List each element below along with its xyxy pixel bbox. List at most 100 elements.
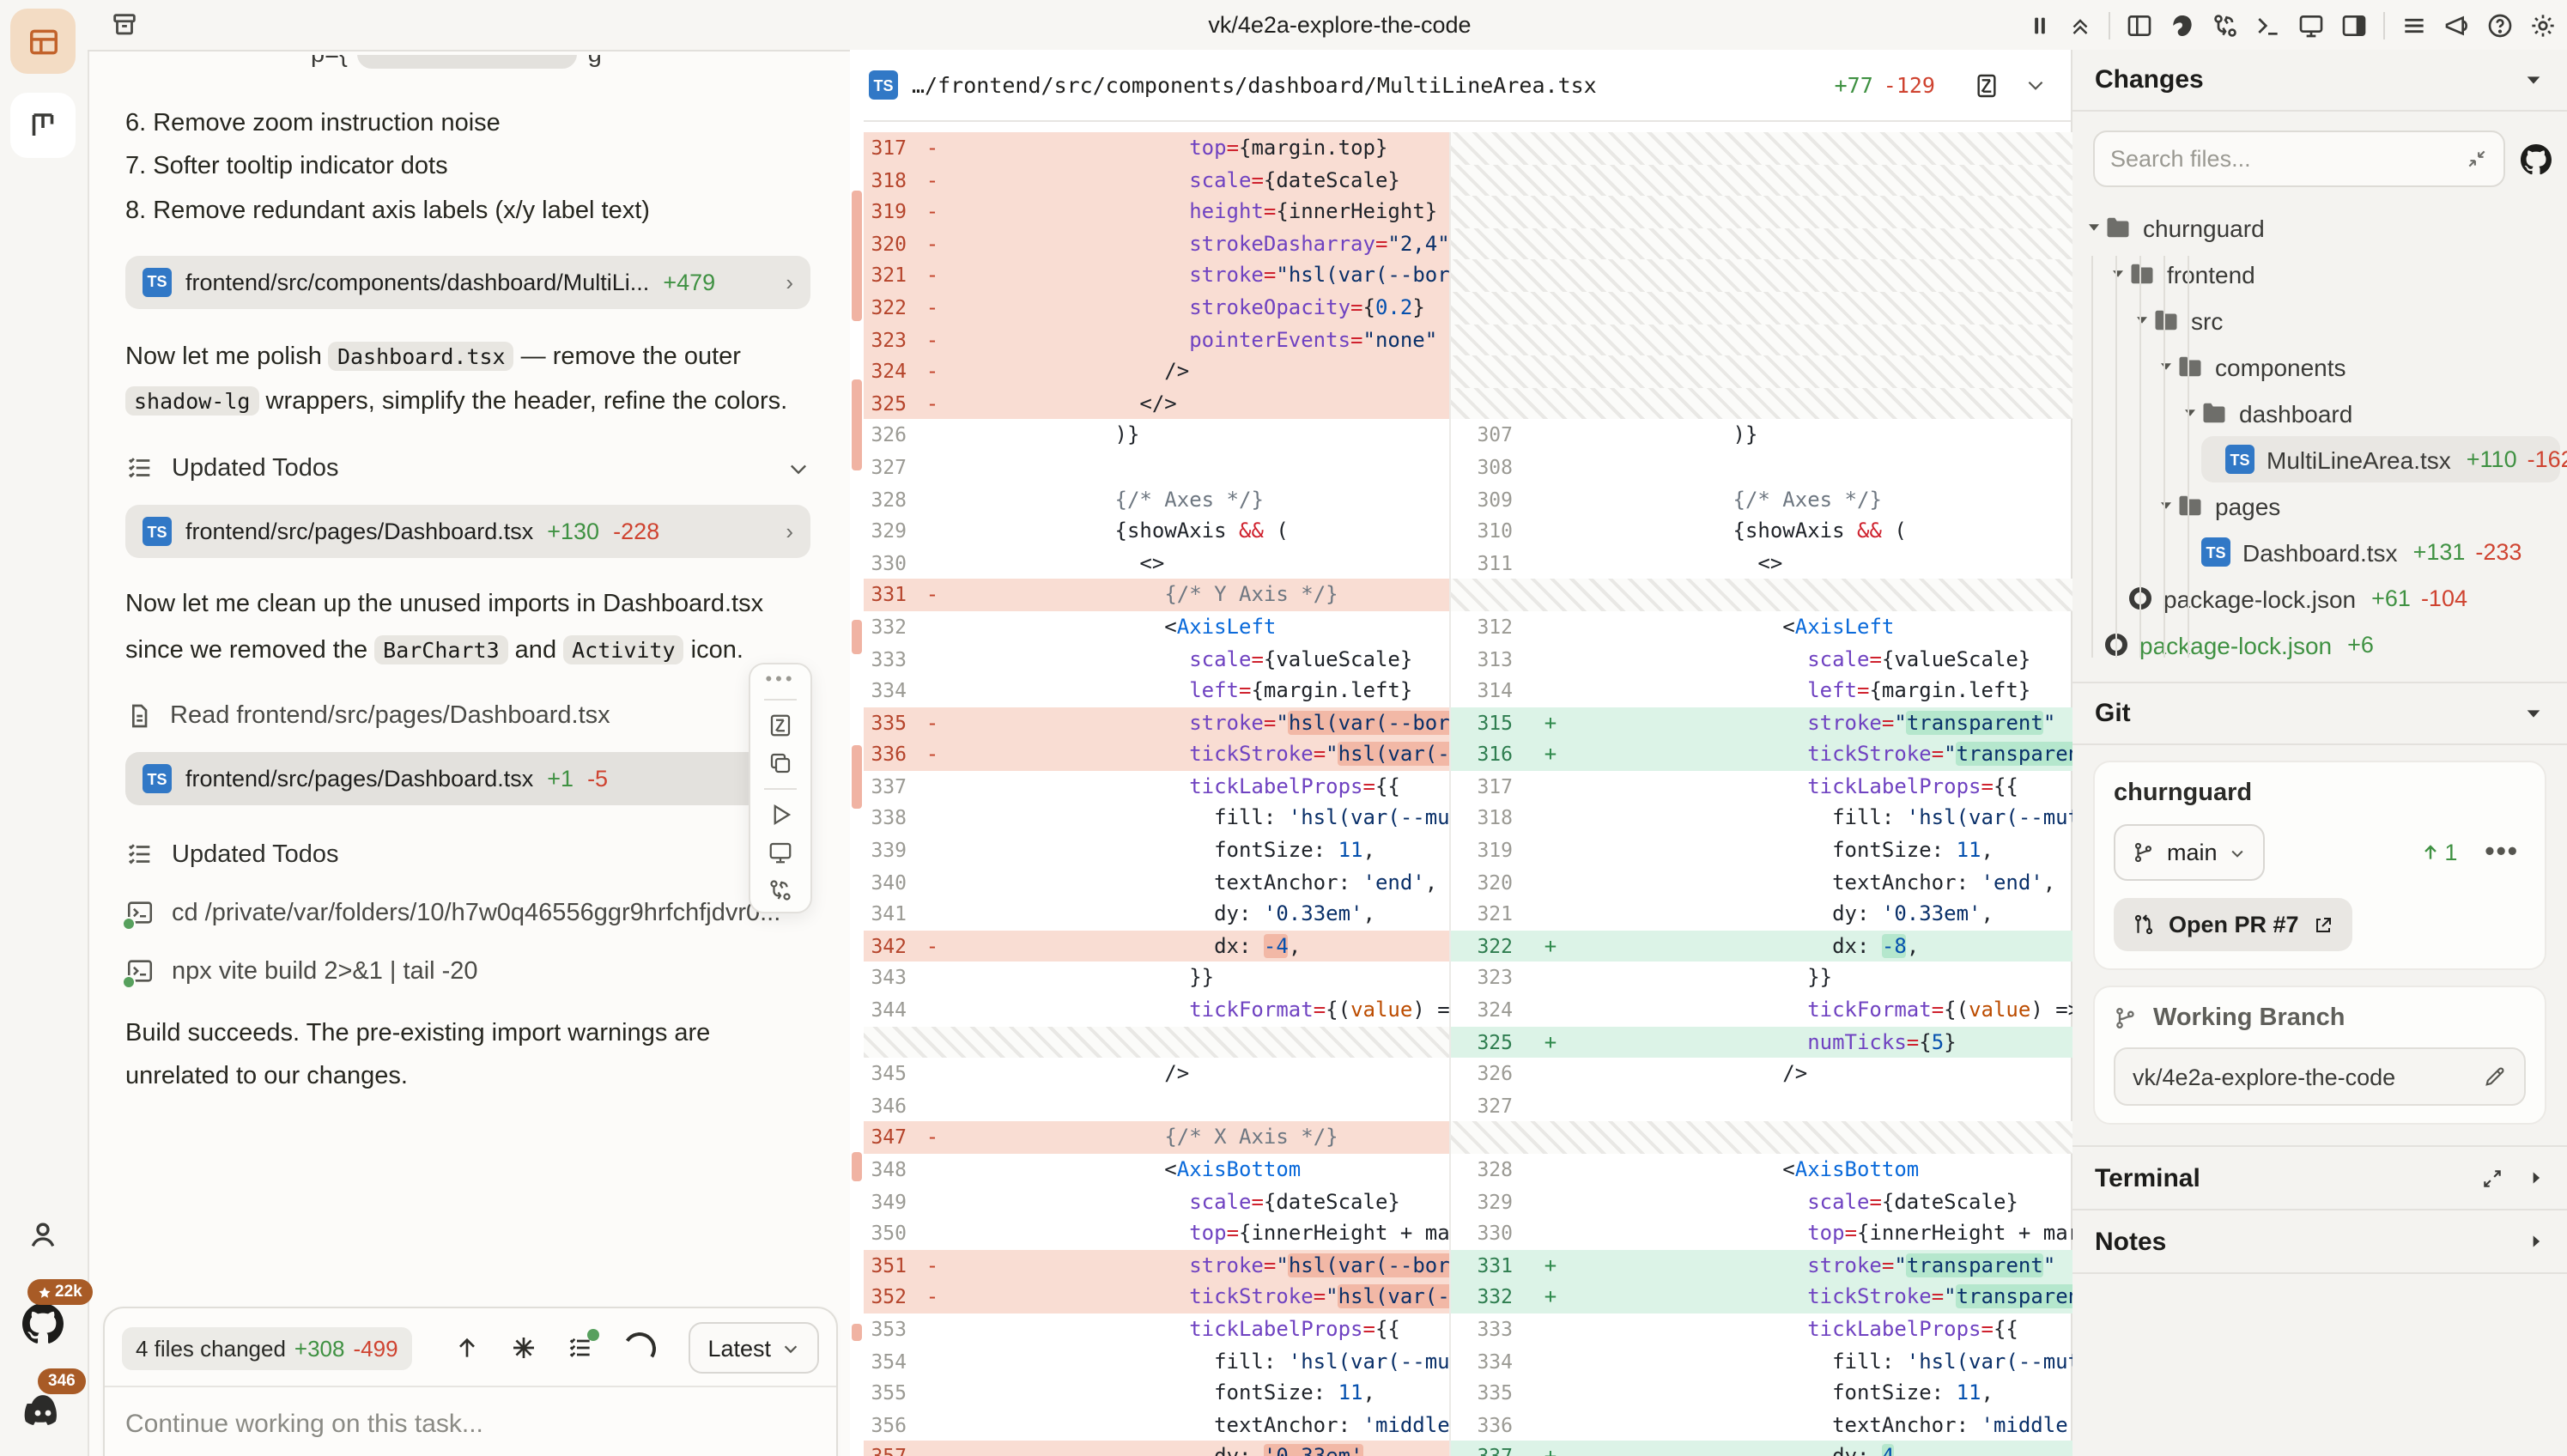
terminal-command-row[interactable]: npx vite build 2>&1 | tail -20: [125, 956, 810, 986]
menu-icon[interactable]: [2400, 11, 2428, 39]
diff-row: 353 tickLabelProps={{333 tickLabelProps=…: [850, 1313, 2071, 1345]
version-dropdown[interactable]: Latest: [689, 1322, 819, 1374]
caret-down-icon: [2105, 266, 2129, 282]
pause-icon[interactable]: [2028, 13, 2052, 37]
todos-status-icon[interactable]: [567, 1334, 594, 1362]
diff-new-line: 328 <AxisBottom: [1451, 1154, 2072, 1186]
files-changed-chip[interactable]: 4 files changed +308 -499: [122, 1326, 412, 1369]
read-file-row[interactable]: Read frontend/src/pages/Dashboard.tsx: [125, 702, 810, 730]
message-input[interactable]: Continue working on this task...: [105, 1387, 836, 1439]
deletions-count: -233: [2475, 539, 2521, 565]
notes-section-header[interactable]: Notes: [2072, 1210, 2567, 1272]
archive-box-icon: [110, 10, 139, 39]
open-pr-button[interactable]: Open PR #7: [2114, 898, 2352, 951]
help-icon[interactable]: [2486, 11, 2514, 39]
inline-code: Dashboard.tsx: [329, 342, 514, 371]
diff-row: 326 )}307 )}: [850, 420, 2071, 452]
deleted-region-mark: [852, 1152, 862, 1181]
diff-row: 334 left={margin.left}314 left={margin.l…: [850, 675, 2071, 707]
git-compare-icon[interactable]: [768, 877, 793, 903]
todo-list-item: 8. Remove redundant axis labels (x/y lab…: [125, 190, 810, 234]
account-button[interactable]: [10, 1202, 76, 1267]
kanban-view-button[interactable]: [10, 93, 76, 158]
tree-folder-pages[interactable]: pages: [2153, 482, 2560, 529]
diff-new-line: 330 top={innerHeight + margin.top}: [1451, 1217, 2072, 1249]
file-diff-chip[interactable]: TS frontend/src/components/dashboard/Mul…: [125, 256, 810, 309]
diff-new-line: [1451, 355, 2072, 387]
tree-folder-frontend[interactable]: frontend: [2105, 251, 2560, 297]
chevron-down-icon[interactable]: [786, 457, 810, 481]
line-number: 327: [1451, 1090, 1513, 1122]
tree-file-Dashboard.tsx[interactable]: TSDashboard.tsx+131-233: [2177, 529, 2560, 575]
search-files-input[interactable]: Search files...: [2093, 130, 2505, 187]
updated-todos-row[interactable]: Updated Todos: [125, 454, 810, 483]
diff-row: 338 fill: 'hsl(var(--muted-foreground))'…: [850, 803, 2071, 834]
layout-icon: [27, 25, 59, 58]
layout-view-button[interactable]: [10, 9, 76, 74]
diff-new-line: 318 fill: 'hsl(var(--muted-foreground))'…: [1451, 803, 2072, 834]
terminal-prompt-icon[interactable]: [2254, 11, 2282, 39]
tree-file-MultiLineArea.tsx[interactable]: TSMultiLineArea.tsx+110-162: [2201, 436, 2560, 482]
caret-right-icon: [2528, 1169, 2545, 1186]
tree-folder-churnguard[interactable]: churnguard: [2081, 204, 2560, 251]
chevron-down-icon[interactable]: [2024, 74, 2047, 96]
play-icon[interactable]: [768, 802, 793, 828]
file-diff-chip[interactable]: TS frontend/src/pages/Dashboard.tsx +130…: [125, 506, 810, 559]
diff-old-line: 323- pointerEvents="none": [850, 324, 1451, 355]
expand-icon[interactable]: [2481, 1167, 2503, 1189]
tree-folder-dashboard[interactable]: dashboard: [2177, 390, 2560, 436]
panel-left-icon[interactable]: [2126, 11, 2153, 39]
archive-button[interactable]: [110, 0, 139, 50]
tree-file-package-lock.json[interactable]: package-lock.json+6: [2105, 622, 2560, 668]
working-branch-field[interactable]: vk/4e2a-explore-the-code: [2114, 1047, 2526, 1106]
more-options-icon[interactable]: •••: [765, 673, 795, 687]
assistant-message: Now let me polish Dashboard.tsx — remove…: [125, 335, 798, 425]
assistant-todo-list: 6. Remove zoom instruction noise7. Softe…: [125, 103, 810, 234]
display-icon[interactable]: [2297, 11, 2325, 39]
edit-pencil-icon[interactable]: [2483, 1065, 2507, 1089]
git-repo-card: churnguard main 1 ••• Open PR #7: [2093, 761, 2546, 970]
tree-file-package-lock.json[interactable]: package-lock.json+61-104: [2129, 575, 2560, 622]
git-compare-icon[interactable]: [2212, 11, 2239, 39]
diff-row: 349 scale={dateScale}329 scale={dateScal…: [850, 1186, 2071, 1217]
copy-icon[interactable]: [768, 750, 793, 776]
megaphone-icon[interactable]: [2443, 11, 2471, 39]
diff-view-icon[interactable]: [768, 713, 793, 738]
file-name: package-lock.json: [2139, 631, 2332, 658]
git-more-button[interactable]: •••: [2485, 837, 2519, 868]
tree-folder-components[interactable]: components: [2153, 343, 2560, 390]
diff-row: 318- scale={dateScale}: [850, 164, 2071, 196]
diff-row: 327308: [850, 452, 2071, 483]
deletions-count: -499: [354, 1335, 398, 1361]
settings-gear-icon[interactable]: [2529, 11, 2557, 39]
line-number: 337: [1451, 1441, 1513, 1456]
github-icon[interactable]: [2521, 143, 2552, 174]
line-number: 323: [1451, 962, 1513, 994]
terminal-section-header[interactable]: Terminal: [2072, 1147, 2567, 1209]
git-title: Git: [2095, 699, 2131, 728]
diff-row: 345 />326 />: [850, 1058, 2071, 1089]
scroll-up-icon[interactable]: [453, 1334, 481, 1362]
collapse-up-icon[interactable]: [2067, 12, 2093, 38]
caret-down-icon: [2524, 70, 2543, 89]
collapse-tree-icon[interactable]: [2466, 148, 2488, 170]
diff-new-line: 319 fontSize: 11,: [1451, 834, 2072, 866]
folder-icon: [2153, 309, 2179, 331]
panel-right-icon[interactable]: [2340, 11, 2368, 39]
terminal-command-row[interactable]: cd /private/var/folders/10/h7w0q46556ggr…: [125, 898, 810, 927]
file-diff-chip[interactable]: TS frontend/src/pages/Dashboard.tsx +1 -…: [125, 752, 810, 805]
updated-todos-row[interactable]: Updated Todos: [125, 840, 810, 869]
spark-icon[interactable]: [510, 1334, 537, 1362]
diff-new-line: [1451, 324, 2072, 355]
diff-mode-icon[interactable]: [1973, 71, 2000, 99]
changes-section-header[interactable]: Changes: [2072, 50, 2567, 110]
checklist-icon: [125, 454, 155, 483]
chat-panel: p={ g 6. Remove zoom instruction noise7.…: [89, 52, 850, 1456]
display-icon[interactable]: [768, 840, 793, 865]
git-section-header[interactable]: Git: [2072, 683, 2567, 743]
branch-dropdown[interactable]: main: [2114, 824, 2266, 881]
tree-folder-src[interactable]: src: [2129, 297, 2560, 343]
diff-new-line: 309 {/* Axes */}: [1451, 483, 2072, 515]
status-dot: [587, 1329, 599, 1341]
ink-pen-icon[interactable]: [2169, 11, 2196, 39]
